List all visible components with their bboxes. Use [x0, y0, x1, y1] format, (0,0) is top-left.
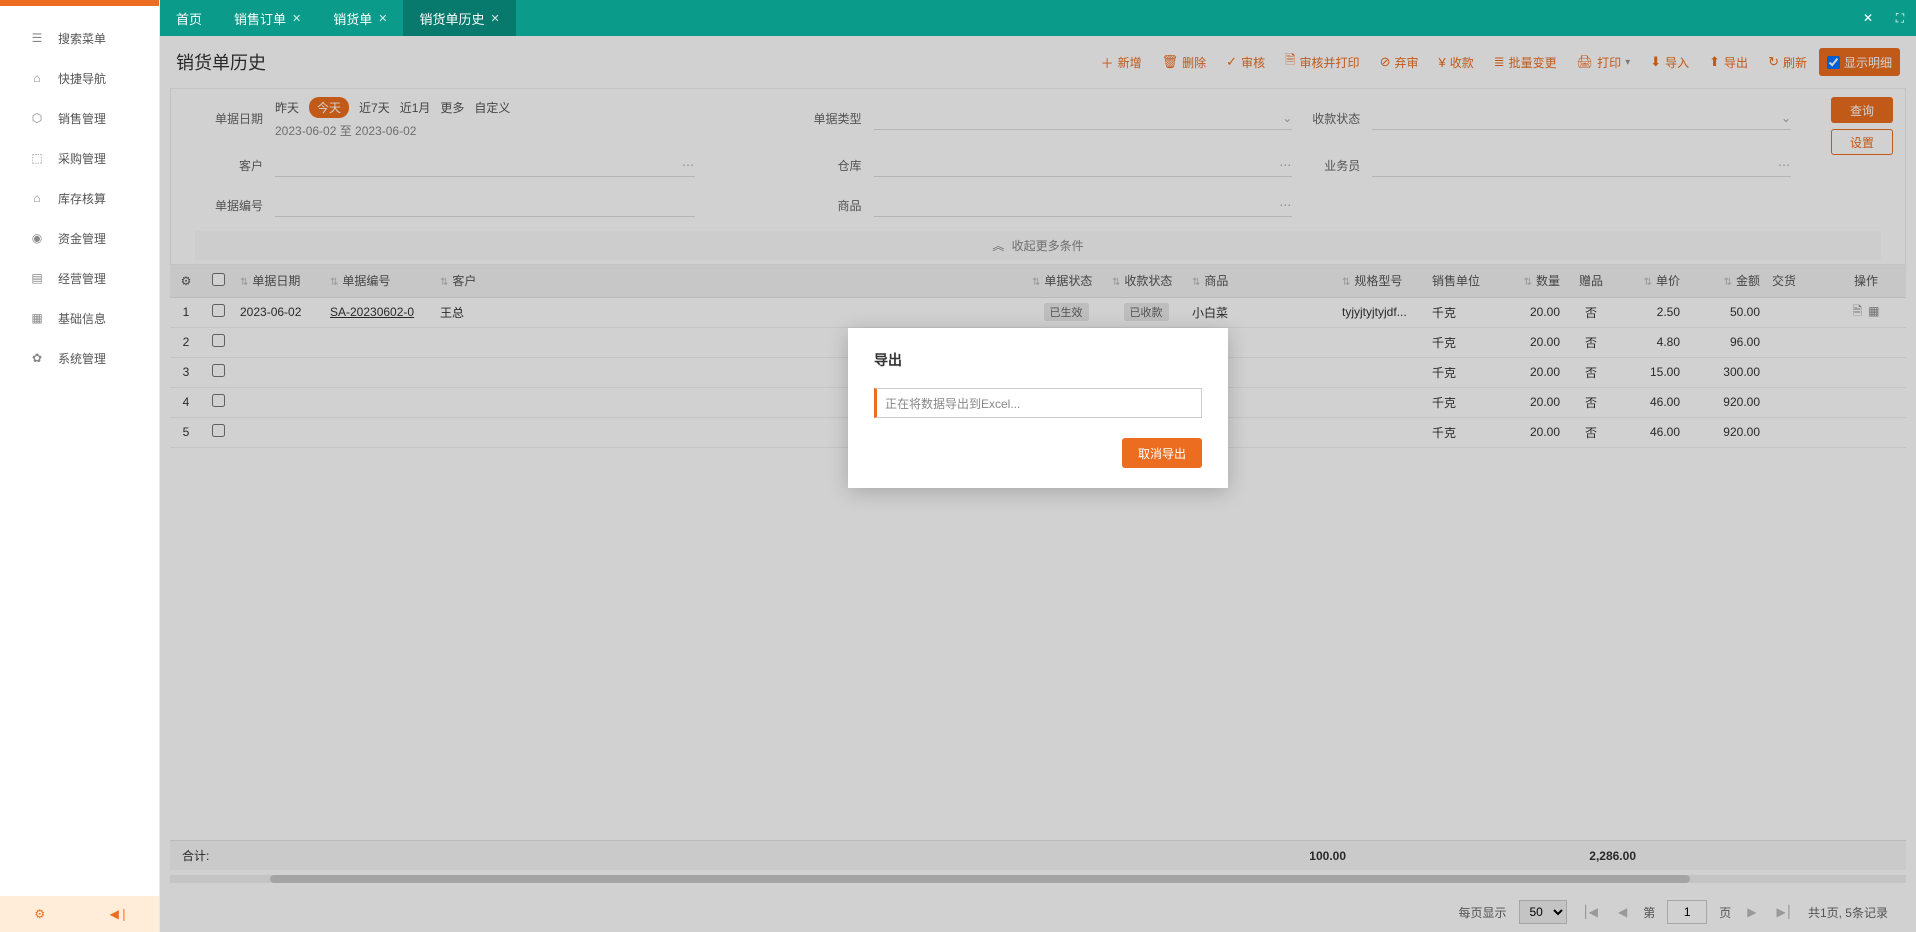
sidebar-item-8[interactable]: ✿ 系统管理 — [0, 338, 159, 378]
tab-0[interactable]: 首页 — [160, 0, 218, 36]
sidebar-item-2[interactable]: ⬡ 销售管理 — [0, 98, 159, 138]
export-status-field — [874, 388, 1202, 418]
sidebar-icon: ☰ — [28, 29, 46, 47]
sidebar-item-label: 库存核算 — [58, 190, 106, 207]
sidebar-icon: ▦ — [28, 309, 46, 327]
collapse-sidebar-icon[interactable]: ◀❘ — [80, 907, 160, 921]
tab-close-icon[interactable]: ✕ — [378, 12, 387, 25]
sidebar-item-label: 经营管理 — [58, 270, 106, 287]
tab-1[interactable]: 销售订单 ✕ — [218, 0, 317, 36]
side-menu: ☰ 搜索菜单 ⌂ 快捷导航 ⬡ 销售管理 ⬚ 采购管理 ⌂ 库存核算 ◉ 资金管理 ▤ 经营管理 ▦ 基础信息… — [0, 6, 159, 896]
tab-label: 首页 — [176, 9, 202, 28]
modal-title: 导出 — [874, 350, 1202, 370]
tab-close-icon[interactable]: ✕ — [491, 12, 500, 25]
tab-3[interactable]: 销货单历史 ✕ — [403, 0, 515, 36]
sidebar-item-4[interactable]: ⌂ 库存核算 — [0, 178, 159, 218]
settings-gear-icon[interactable]: ⚙ — [0, 907, 80, 921]
sidebar-item-label: 快捷导航 — [58, 70, 106, 87]
sidebar-item-5[interactable]: ◉ 资金管理 — [0, 218, 159, 258]
fullscreen-icon[interactable]: ⛶ — [1884, 0, 1916, 36]
sidebar-icon: ◉ — [28, 229, 46, 247]
sidebar-item-label: 系统管理 — [58, 350, 106, 367]
tab-close-icon[interactable]: ✕ — [292, 12, 301, 25]
sidebar-item-label: 搜索菜单 — [58, 30, 106, 47]
sidebar: ☰ 搜索菜单 ⌂ 快捷导航 ⬡ 销售管理 ⬚ 采购管理 ⌂ 库存核算 ◉ 资金管理 ▤ 经营管理 ▦ 基础信息… — [0, 0, 160, 932]
sidebar-icon: ⬡ — [28, 109, 46, 127]
sidebar-item-7[interactable]: ▦ 基础信息 — [0, 298, 159, 338]
sidebar-item-label: 采购管理 — [58, 150, 106, 167]
main: 首页 销售订单 ✕ 销货单 ✕ 销货单历史 ✕ ✕ ⛶ 销货单历史 ＋新增🗑删除✓审核🗎审核… — [160, 0, 1916, 932]
tab-label: 销货单 — [333, 9, 372, 28]
sidebar-item-0[interactable]: ☰ 搜索菜单 — [0, 18, 159, 58]
sidebar-item-label: 基础信息 — [58, 310, 106, 327]
sidebar-item-label: 资金管理 — [58, 230, 106, 247]
sidebar-icon: ⌂ — [28, 189, 46, 207]
modal-overlay: 导出 取消导出 — [160, 36, 1916, 932]
tab-label: 销售订单 — [234, 9, 286, 28]
sidebar-item-1[interactable]: ⌂ 快捷导航 — [0, 58, 159, 98]
sidebar-item-3[interactable]: ⬚ 采购管理 — [0, 138, 159, 178]
export-modal: 导出 取消导出 — [848, 328, 1228, 488]
cancel-export-button[interactable]: 取消导出 — [1122, 438, 1202, 468]
sidebar-footer: ⚙ ◀❘ — [0, 896, 159, 932]
sidebar-icon: ▤ — [28, 269, 46, 287]
content: 销货单历史 ＋新增🗑删除✓审核🗎审核并打印⊘弃审¥收款≣批量变更🖨打印▾⬇导入⬆… — [160, 36, 1916, 932]
sidebar-icon: ⬚ — [28, 149, 46, 167]
sidebar-icon: ✿ — [28, 349, 46, 367]
tab-label: 销货单历史 — [419, 9, 484, 28]
close-tab-icon[interactable]: ✕ — [1852, 0, 1884, 36]
sidebar-item-label: 销售管理 — [58, 110, 106, 127]
tab-bar: 首页 销售订单 ✕ 销货单 ✕ 销货单历史 ✕ ✕ ⛶ — [160, 0, 1916, 36]
sidebar-icon: ⌂ — [28, 69, 46, 87]
sidebar-item-6[interactable]: ▤ 经营管理 — [0, 258, 159, 298]
tab-2[interactable]: 销货单 ✕ — [317, 0, 403, 36]
